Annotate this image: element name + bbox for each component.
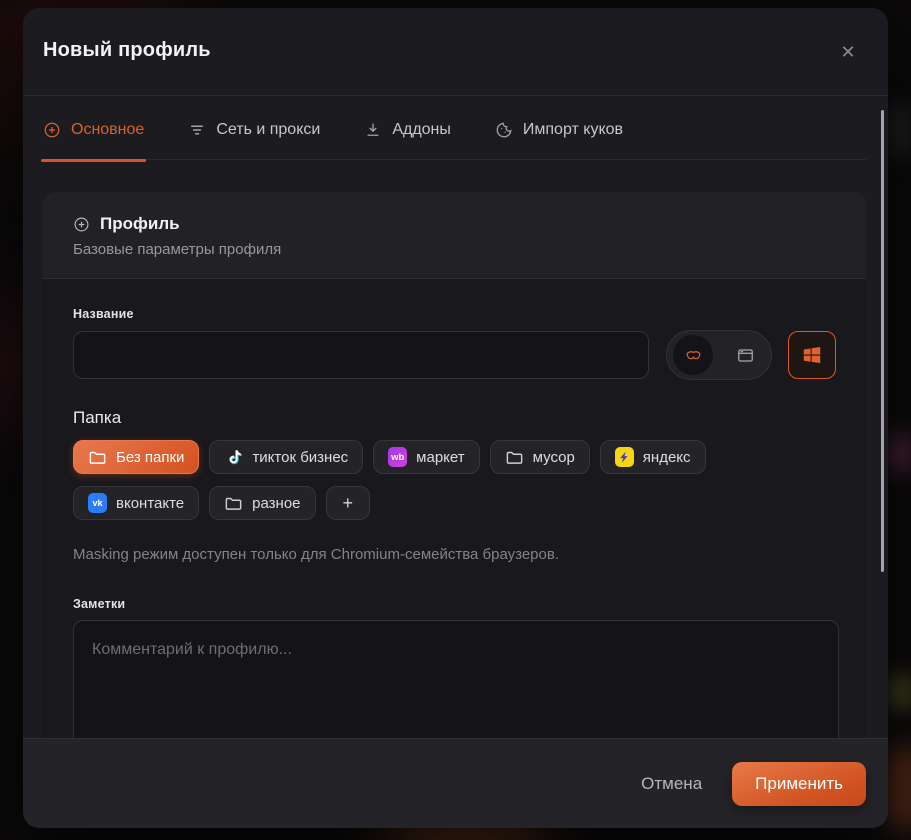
folder-chip[interactable]: vk вконтакте xyxy=(73,486,200,520)
folder-chip-label: мусор xyxy=(532,448,575,466)
folder-chip-list: Без папки тикток бизнес wb маркет мусор яндек… xyxy=(73,440,836,520)
windows-logo-icon xyxy=(801,344,823,366)
folder-chip[interactable]: разное xyxy=(209,486,316,520)
profile-card: Профиль Базовые параметры профиля Назван… xyxy=(43,192,866,738)
folder-icon xyxy=(224,494,243,513)
name-label: Название xyxy=(73,307,134,321)
card-title: Профиль xyxy=(100,214,180,233)
folder-chip[interactable]: яндекс xyxy=(599,440,706,474)
folder-chip-label: тикток бизнес xyxy=(252,448,349,466)
modal-header: Новый профиль ✕ xyxy=(23,8,888,96)
folder-chip-label: маркет xyxy=(416,448,465,466)
close-icon: ✕ xyxy=(840,41,856,62)
folder-chip-label: разное xyxy=(252,494,301,512)
tab-label: Аддоны xyxy=(392,121,451,138)
tab-label: Импорт куков xyxy=(522,121,624,138)
folder-label: Папка xyxy=(73,408,122,427)
folder-chip[interactable]: wb маркет xyxy=(373,440,480,474)
folder-chip-label: вконтакте xyxy=(116,494,185,512)
folder-icon xyxy=(88,448,107,467)
browser-window-icon xyxy=(736,346,755,365)
filter-icon xyxy=(188,121,206,139)
tab-label: Сеть и прокси xyxy=(216,121,321,138)
anty-browser-option[interactable] xyxy=(673,335,713,375)
notes-label: Заметки xyxy=(73,597,126,611)
tiktok-icon xyxy=(224,448,243,467)
modal-footer: Отмена Применить xyxy=(23,738,888,828)
plus-icon: + xyxy=(342,492,354,513)
profile-card-header: Профиль Базовые параметры профиля xyxy=(43,192,866,279)
backdrop-glow xyxy=(886,672,911,712)
add-folder-button[interactable]: + xyxy=(325,486,371,520)
cancel-button[interactable]: Отмена xyxy=(641,774,702,794)
profile-card-body: Название Папка Без папки тикток бизнес w… xyxy=(43,279,866,738)
masking-note: Masking режим доступен только для Chromi… xyxy=(73,546,560,563)
folder-chip[interactable]: Без папки xyxy=(73,440,200,474)
card-subtitle: Базовые параметры профиля xyxy=(73,241,282,258)
notes-textarea[interactable] xyxy=(73,620,839,738)
folder-icon xyxy=(505,448,524,467)
backdrop-glow xyxy=(886,430,911,476)
scrollbar-thumb[interactable] xyxy=(881,110,884,572)
folder-chip-label: Без папки xyxy=(116,448,185,466)
circle-plus-icon xyxy=(43,121,61,139)
new-profile-modal: Новый профиль ✕ Основное Сеть и прокси Адд… xyxy=(23,8,888,828)
apply-button[interactable]: Применить xyxy=(732,761,866,806)
os-selector-button[interactable] xyxy=(788,331,836,379)
cookie-icon xyxy=(495,121,513,139)
name-row xyxy=(73,330,836,380)
download-icon xyxy=(364,121,382,139)
wb-badge-icon: wb xyxy=(388,447,408,467)
vk-badge-icon: vk xyxy=(88,493,107,513)
browser-toggle[interactable] xyxy=(666,330,772,380)
browser-window-option[interactable] xyxy=(725,335,765,375)
tab-download[interactable]: Аддоны xyxy=(364,121,451,139)
modal-body: Основное Сеть и прокси Аддоны Импорт куков … xyxy=(23,97,888,738)
profile-name-input[interactable] xyxy=(73,331,649,379)
tab-cookie[interactable]: Импорт куков xyxy=(495,121,623,139)
close-button[interactable]: ✕ xyxy=(834,38,862,66)
folder-chip[interactable]: тикток бизнес xyxy=(209,440,364,474)
tab-label: Основное xyxy=(71,121,145,138)
backdrop-glow xyxy=(886,100,911,160)
folder-chip-label: яндекс xyxy=(642,448,691,466)
tab-circle-plus[interactable]: Основное xyxy=(40,121,147,162)
tab-bar: Основное Сеть и прокси Аддоны Импорт куков xyxy=(40,121,866,162)
anty-mask-icon xyxy=(685,347,702,364)
circle-plus-icon xyxy=(73,216,90,233)
modal-title: Новый профиль xyxy=(43,39,211,61)
tab-filter[interactable]: Сеть и прокси xyxy=(188,121,320,139)
folder-chip[interactable]: мусор xyxy=(489,440,590,474)
backdrop-glow xyxy=(884,742,911,832)
screen: Новый профиль ✕ Основное Сеть и прокси Адд… xyxy=(0,0,911,840)
yandex-badge-icon xyxy=(614,447,634,467)
